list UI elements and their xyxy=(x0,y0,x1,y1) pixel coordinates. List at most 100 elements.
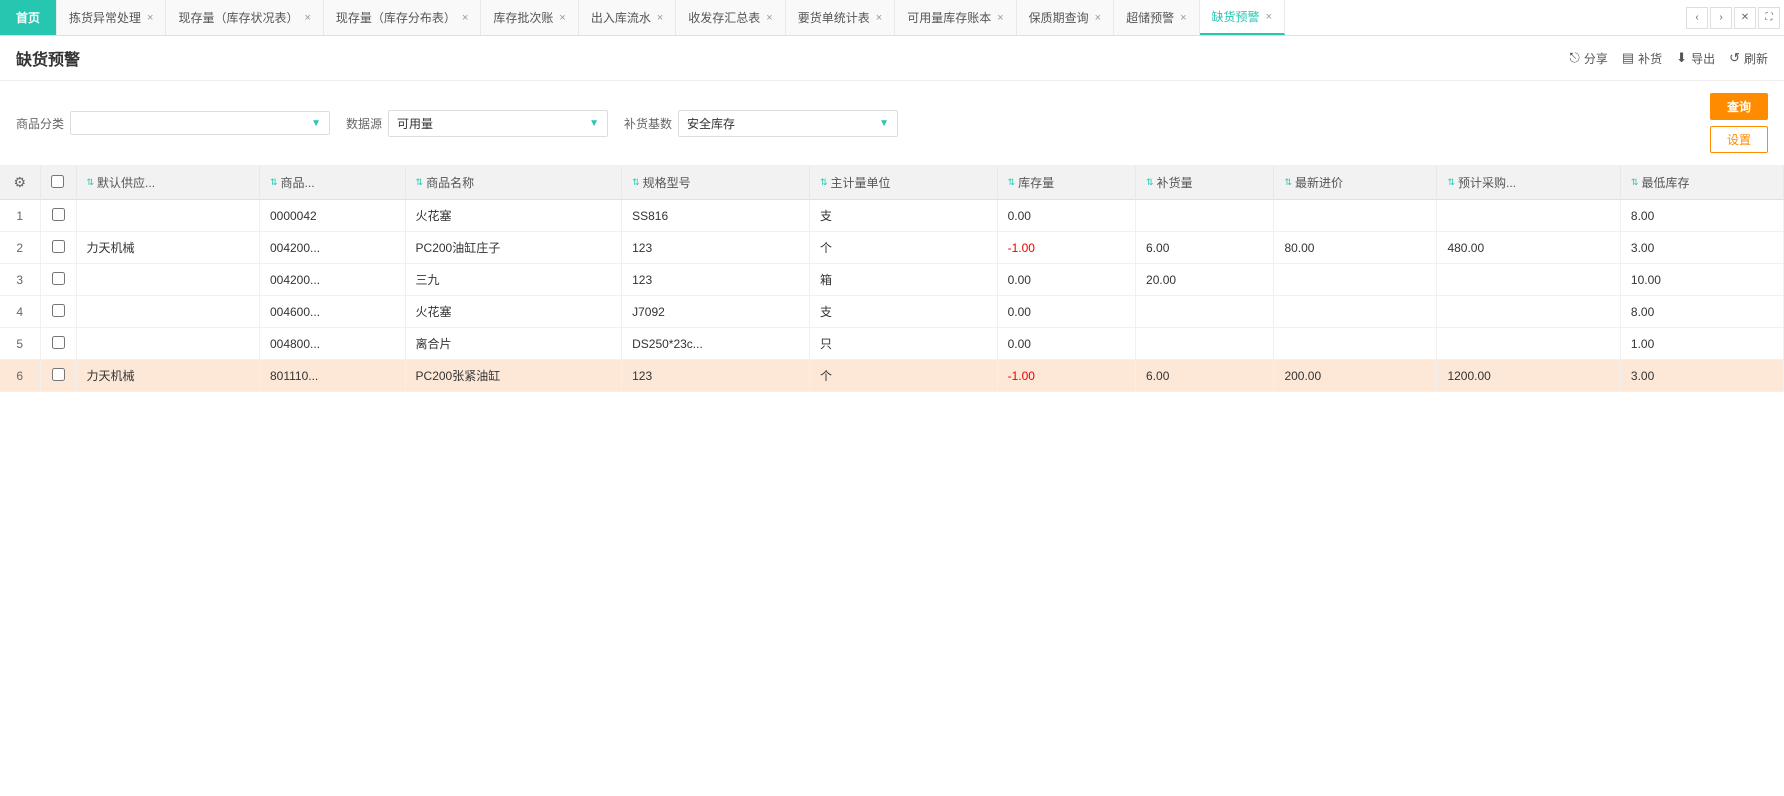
query-button[interactable]: 查询 xyxy=(1710,93,1768,120)
row-product-name: PC200油缸庄子 xyxy=(405,232,622,264)
row-num: 3 xyxy=(0,264,40,296)
row-supplier xyxy=(76,296,259,328)
col-gear[interactable]: ⚙ xyxy=(0,166,40,200)
row-replenish xyxy=(1136,328,1274,360)
col-replenish[interactable]: ⇅ 补货量 xyxy=(1136,166,1274,200)
share-button[interactable]: ⎋ 分享 xyxy=(1570,50,1608,67)
row-product-name: 火花塞 xyxy=(405,200,622,232)
col-latest-price[interactable]: ⇅ 最新进价 xyxy=(1274,166,1437,200)
sort-replenish-icon: ⇅ xyxy=(1146,177,1154,188)
share-icon: ⎋ xyxy=(1570,50,1580,66)
replenish-icon: ▤ xyxy=(1622,50,1634,66)
tab-expiry[interactable]: 保质期查询 × xyxy=(1017,0,1114,35)
tab-close-demand[interactable]: × xyxy=(876,12,882,24)
row-checkbox[interactable] xyxy=(52,336,65,349)
row-stock-cell: 0.00 xyxy=(997,264,1135,296)
col-product-code[interactable]: ⇅ 商品... xyxy=(259,166,405,200)
tab-close-available[interactable]: × xyxy=(997,12,1003,24)
row-latest-price: 200.00 xyxy=(1274,360,1437,392)
tab-shortage[interactable]: 缺货预警 × xyxy=(1200,0,1285,35)
row-product-code: 004600... xyxy=(259,296,405,328)
tab-available[interactable]: 可用量库存账本 × xyxy=(895,0,1016,35)
tab-batch[interactable]: 库存批次账 × xyxy=(481,0,578,35)
row-checkbox[interactable] xyxy=(52,304,65,317)
export-button[interactable]: ⬇ 导出 xyxy=(1676,50,1715,67)
row-est-purchase xyxy=(1437,200,1620,232)
col-min-stock[interactable]: ⇅ 最低库存 xyxy=(1620,166,1783,200)
row-min-stock: 1.00 xyxy=(1620,328,1783,360)
col-unit[interactable]: ⇅ 主计量单位 xyxy=(810,166,998,200)
col-est-purchase[interactable]: ⇅ 预计采购... xyxy=(1437,166,1620,200)
row-replenish: 6.00 xyxy=(1136,232,1274,264)
data-table: ⚙ ⇅ 默认供应... ⇅ 商品... xyxy=(0,166,1784,392)
row-latest-price xyxy=(1274,264,1437,296)
page-header: 缺货预警 ⎋ 分享 ▤ 补货 ⬇ 导出 ↺ 刷新 xyxy=(0,36,1784,81)
tab-demand[interactable]: 要货单统计表 × xyxy=(786,0,895,35)
tab-close-flow[interactable]: × xyxy=(657,12,663,24)
tab-home[interactable]: 首页 xyxy=(0,0,57,35)
refresh-button[interactable]: ↺ 刷新 xyxy=(1729,50,1768,67)
row-checkbox[interactable] xyxy=(52,208,65,221)
row-spec: 123 xyxy=(622,232,810,264)
row-checkbox-cell xyxy=(40,360,76,392)
col-spec[interactable]: ⇅ 规格型号 xyxy=(622,166,810,200)
replenish-button[interactable]: ▤ 补货 xyxy=(1622,50,1662,67)
tab-overstock[interactable]: 超储预警 × xyxy=(1114,0,1199,35)
tab-summary[interactable]: 收发存汇总表 × xyxy=(676,0,785,35)
datasource-value: 可用量 xyxy=(397,115,433,132)
replenish-basis-select[interactable]: 安全库存 ▼ xyxy=(678,110,898,137)
row-checkbox[interactable] xyxy=(52,272,65,285)
row-product-name: 离合片 xyxy=(405,328,622,360)
row-latest-price: 80.00 xyxy=(1274,232,1437,264)
row-est-purchase xyxy=(1437,296,1620,328)
row-stock-cell: 0.00 xyxy=(997,200,1135,232)
tab-flow[interactable]: 出入库流水 × xyxy=(579,0,676,35)
sort-name-icon: ⇅ xyxy=(416,177,424,188)
category-select[interactable]: ▼ xyxy=(70,111,330,135)
row-checkbox[interactable] xyxy=(52,240,65,253)
row-checkbox[interactable] xyxy=(52,368,65,381)
tab-close-all-button[interactable]: ✕ xyxy=(1734,7,1756,29)
col-product-name[interactable]: ⇅ 商品名称 xyxy=(405,166,622,200)
tab-exception[interactable]: 拣货异常处理 × xyxy=(57,0,166,35)
category-chevron-icon: ▼ xyxy=(311,118,321,129)
row-product-code: 004800... xyxy=(259,328,405,360)
row-product-code: 0000042 xyxy=(259,200,405,232)
tab-close-expiry[interactable]: × xyxy=(1095,12,1101,24)
row-replenish: 20.00 xyxy=(1136,264,1274,296)
sort-code-icon: ⇅ xyxy=(270,177,278,188)
category-filter-group: 商品分类 ▼ xyxy=(16,111,330,135)
col-supplier[interactable]: ⇅ 默认供应... xyxy=(76,166,259,200)
sort-stock-icon: ⇅ xyxy=(1008,177,1016,188)
tab-stock-status[interactable]: 现存量（库存状况表） × xyxy=(166,0,323,35)
col-stock[interactable]: ⇅ 库存量 xyxy=(997,166,1135,200)
datasource-select[interactable]: 可用量 ▼ xyxy=(388,110,608,137)
table-row: 1 0000042 火花塞 SS816 支 0.00 8.00 xyxy=(0,200,1784,232)
row-checkbox-cell xyxy=(40,296,76,328)
tab-close-stock-status[interactable]: × xyxy=(304,12,310,24)
tab-close-stock-dist[interactable]: × xyxy=(462,12,468,24)
page-content: 缺货预警 ⎋ 分享 ▤ 补货 ⬇ 导出 ↺ 刷新 商品分类 xyxy=(0,36,1784,796)
row-spec: 123 xyxy=(622,360,810,392)
row-est-purchase: 1200.00 xyxy=(1437,360,1620,392)
row-est-purchase xyxy=(1437,264,1620,296)
table-row: 4 004600... 火花塞 J7092 支 0.00 8.00 xyxy=(0,296,1784,328)
sort-est-icon: ⇅ xyxy=(1447,177,1455,188)
tab-next-button[interactable]: › xyxy=(1710,7,1732,29)
tab-close-summary[interactable]: × xyxy=(766,12,772,24)
select-all-checkbox[interactable] xyxy=(51,175,64,188)
tab-stock-dist[interactable]: 现存量（库存分布表） × xyxy=(324,0,481,35)
filter-bar: 商品分类 ▼ 数据源 可用量 ▼ 补货基数 安全库存 ▼ 查询 设置 xyxy=(0,81,1784,166)
row-product-name: PC200张紧油缸 xyxy=(405,360,622,392)
tab-close-batch[interactable]: × xyxy=(559,12,565,24)
stock-value: 0.00 xyxy=(1008,273,1031,287)
table-row: 6 力天机械 801110... PC200张紧油缸 123 个 -1.00 6… xyxy=(0,360,1784,392)
settings-button[interactable]: 设置 xyxy=(1710,126,1768,153)
row-unit: 箱 xyxy=(810,264,998,296)
tab-close-overstock[interactable]: × xyxy=(1180,12,1186,24)
tab-maximize-button[interactable]: ⛶ xyxy=(1758,7,1780,29)
tab-close-exception[interactable]: × xyxy=(147,12,153,24)
tab-close-shortage[interactable]: × xyxy=(1266,11,1272,23)
tab-prev-button[interactable]: ‹ xyxy=(1686,7,1708,29)
column-settings-icon[interactable]: ⚙ xyxy=(13,174,26,190)
